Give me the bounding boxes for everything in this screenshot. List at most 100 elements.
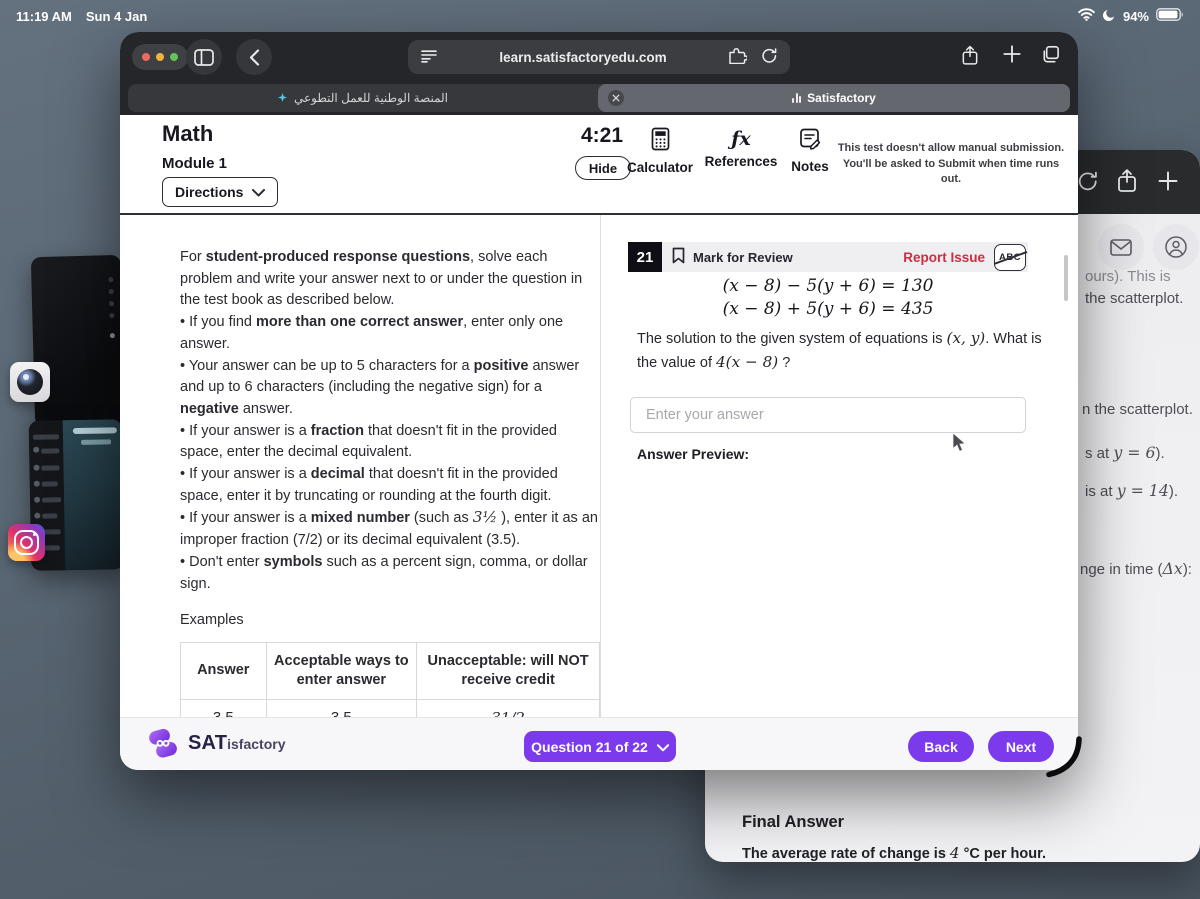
examples-label: Examples [180, 612, 244, 629]
bg-final-answer-text: The average rate of change is 4 °C per h… [742, 844, 1046, 862]
hide-timer-button[interactable]: Hide [575, 156, 631, 180]
browser-toolbar: learn.satisfactoryedu.com [120, 32, 1078, 82]
chevron-down-icon [656, 739, 669, 755]
url-text: learn.satisfactoryedu.com [499, 49, 667, 65]
reload-icon[interactable] [761, 47, 778, 67]
submission-notice: This test doesn't allow manual submissio… [837, 142, 1065, 185]
brand-text-rest: isfactory [227, 736, 286, 752]
directions-bullet: • Don't enter symbols such as a percent … [180, 553, 588, 592]
test-content: For student-produced response questions,… [120, 215, 1078, 718]
abc-strikethrough-icon[interactable]: ABC [994, 243, 1026, 271]
notes-icon [799, 127, 822, 156]
tab-arabic-platform[interactable]: المنصة الوطنية للعمل التطوعي [128, 84, 598, 112]
table-row: 3.5 3.5 31/2 [180, 698, 600, 718]
table-cell: 3.5 [180, 698, 267, 718]
close-window-icon[interactable] [142, 53, 150, 61]
fx-icon: ƒx [731, 128, 751, 150]
directions-bullet: • If your answer is a mixed number (such… [180, 508, 598, 549]
app-thumbnail-dark[interactable] [30, 254, 126, 428]
table-cell: 3.5 [265, 698, 418, 718]
new-tab-icon[interactable] [1157, 170, 1179, 197]
bg-text-fragment: ours). This is [1085, 268, 1171, 285]
test-footer: SAT isfactory Question 21 of 22 Back Next [120, 717, 1078, 770]
moon-icon [1102, 8, 1116, 25]
extensions-icon[interactable] [728, 47, 749, 67]
profile-button[interactable] [1153, 224, 1199, 270]
section-title: Math [162, 121, 214, 146]
window-controls[interactable] [132, 44, 188, 70]
bg-text-fragment: s at y = 6). [1085, 443, 1165, 462]
question-number-badge: 21 [628, 242, 662, 272]
instagram-app-icon[interactable] [8, 524, 45, 561]
battery-icon [1156, 8, 1184, 24]
new-tab-icon[interactable] [1002, 44, 1022, 69]
bookmark-icon [672, 247, 685, 267]
directions-bullet: • Your answer can be up to 5 characters … [180, 357, 580, 417]
tab-satisfactory[interactable]: Satisfactory [598, 84, 1070, 112]
tab-bar: المنصة الوطنية للعمل التطوعي Satisfactor… [120, 82, 1078, 115]
safari-window: learn.satisfactoryedu.com المنصة الوطنية… [120, 32, 1078, 770]
test-header: Math Module 1 Directions 4:21 Hide Calcu… [120, 115, 1078, 215]
back-button[interactable]: Back [908, 731, 974, 762]
battery-percent: 94% [1122, 8, 1149, 24]
notes-tool[interactable]: Notes [784, 127, 836, 174]
bg-text-fragment: the scatterplot. [1085, 290, 1184, 307]
logo-mark [149, 728, 177, 758]
directions-intro: For student-produced response questions,… [180, 249, 583, 309]
tab-label: المنصة الوطنية للعمل التطوعي [293, 91, 449, 105]
directions-bullet: • If you find more than one correct answ… [180, 314, 564, 352]
clock: 11:19 AM [16, 8, 72, 24]
panel-divider [600, 215, 601, 718]
brand-text-bold: SAT [188, 732, 228, 754]
share-icon[interactable] [960, 44, 980, 73]
wifi-icon [1078, 8, 1095, 24]
sparkle-icon [277, 91, 287, 105]
bg-text-fragment: nge in time (Δx): [1080, 559, 1192, 578]
bg-text-fragment: is at y = 14). [1085, 481, 1179, 500]
scrollbar[interactable] [1064, 255, 1068, 301]
address-bar[interactable]: learn.satisfactoryedu.com [408, 40, 790, 74]
table-header: Unacceptable: will NOT receive credit [416, 641, 600, 700]
question-prompt: The solution to the given system of equa… [637, 329, 1042, 371]
calculator-tool[interactable]: Calculator [627, 127, 693, 175]
close-icon[interactable] [608, 90, 624, 106]
question-nav-button[interactable]: Question 21 of 22 [524, 731, 676, 762]
ipad-desktop: 11:19 AM Sun 4 Jan 94% ours). This is th… [0, 0, 1200, 899]
date: Sun 4 Jan [85, 8, 148, 24]
directions-bullet: • If your answer is a decimal that doesn… [180, 466, 558, 504]
answer-input[interactable] [630, 397, 1026, 433]
module-label: Module 1 [162, 155, 228, 172]
status-bar: 11:19 AM Sun 4 Jan 94% [0, 0, 1200, 30]
references-tool[interactable]: ƒx References [705, 127, 778, 169]
satisfactory-favicon [792, 93, 802, 103]
calculator-icon [650, 127, 671, 157]
share-icon[interactable] [1115, 168, 1139, 200]
minimize-window-icon[interactable] [156, 53, 164, 61]
directions-panel: For student-produced response questions,… [180, 247, 600, 718]
bg-text-fragment: n the scatterplot. [1082, 401, 1193, 418]
sidebar-toggle-button[interactable] [186, 39, 222, 75]
back-button[interactable] [236, 39, 272, 75]
tab-overview-icon[interactable] [1040, 44, 1061, 70]
satisfactory-logo: SAT isfactory [146, 728, 285, 759]
examples-table: Answer Acceptable ways to enter answer U… [180, 641, 600, 718]
table-header: Answer [180, 641, 267, 700]
mail-button[interactable] [1098, 224, 1144, 270]
directions-button[interactable]: Directions [162, 177, 279, 207]
tab-label: Satisfactory [807, 91, 876, 105]
bg-final-answer-heading: Final Answer [742, 813, 845, 831]
reader-icon[interactable] [420, 48, 438, 66]
next-button[interactable]: Next [988, 731, 1054, 762]
reload-icon[interactable] [1077, 170, 1099, 197]
question-header-bar: 21 Mark for Review Report Issue ABC [628, 242, 1028, 272]
zoom-window-icon[interactable] [170, 53, 178, 61]
report-issue-link[interactable]: Report Issue [903, 250, 985, 265]
chevron-down-icon [252, 184, 266, 200]
camera-app-icon[interactable] [10, 362, 50, 402]
mark-for-review-button[interactable]: Mark for Review [672, 247, 793, 267]
directions-bullet: • If your answer is a fraction that does… [180, 422, 557, 461]
timer: 4:21 [580, 124, 624, 147]
table-header: Acceptable ways to enter answer [265, 641, 418, 700]
table-cell: 31/2 [416, 698, 600, 718]
system-of-equations: (x − 8) − 5(y + 6) = 130 (x − 8) + 5(y +… [722, 276, 934, 319]
